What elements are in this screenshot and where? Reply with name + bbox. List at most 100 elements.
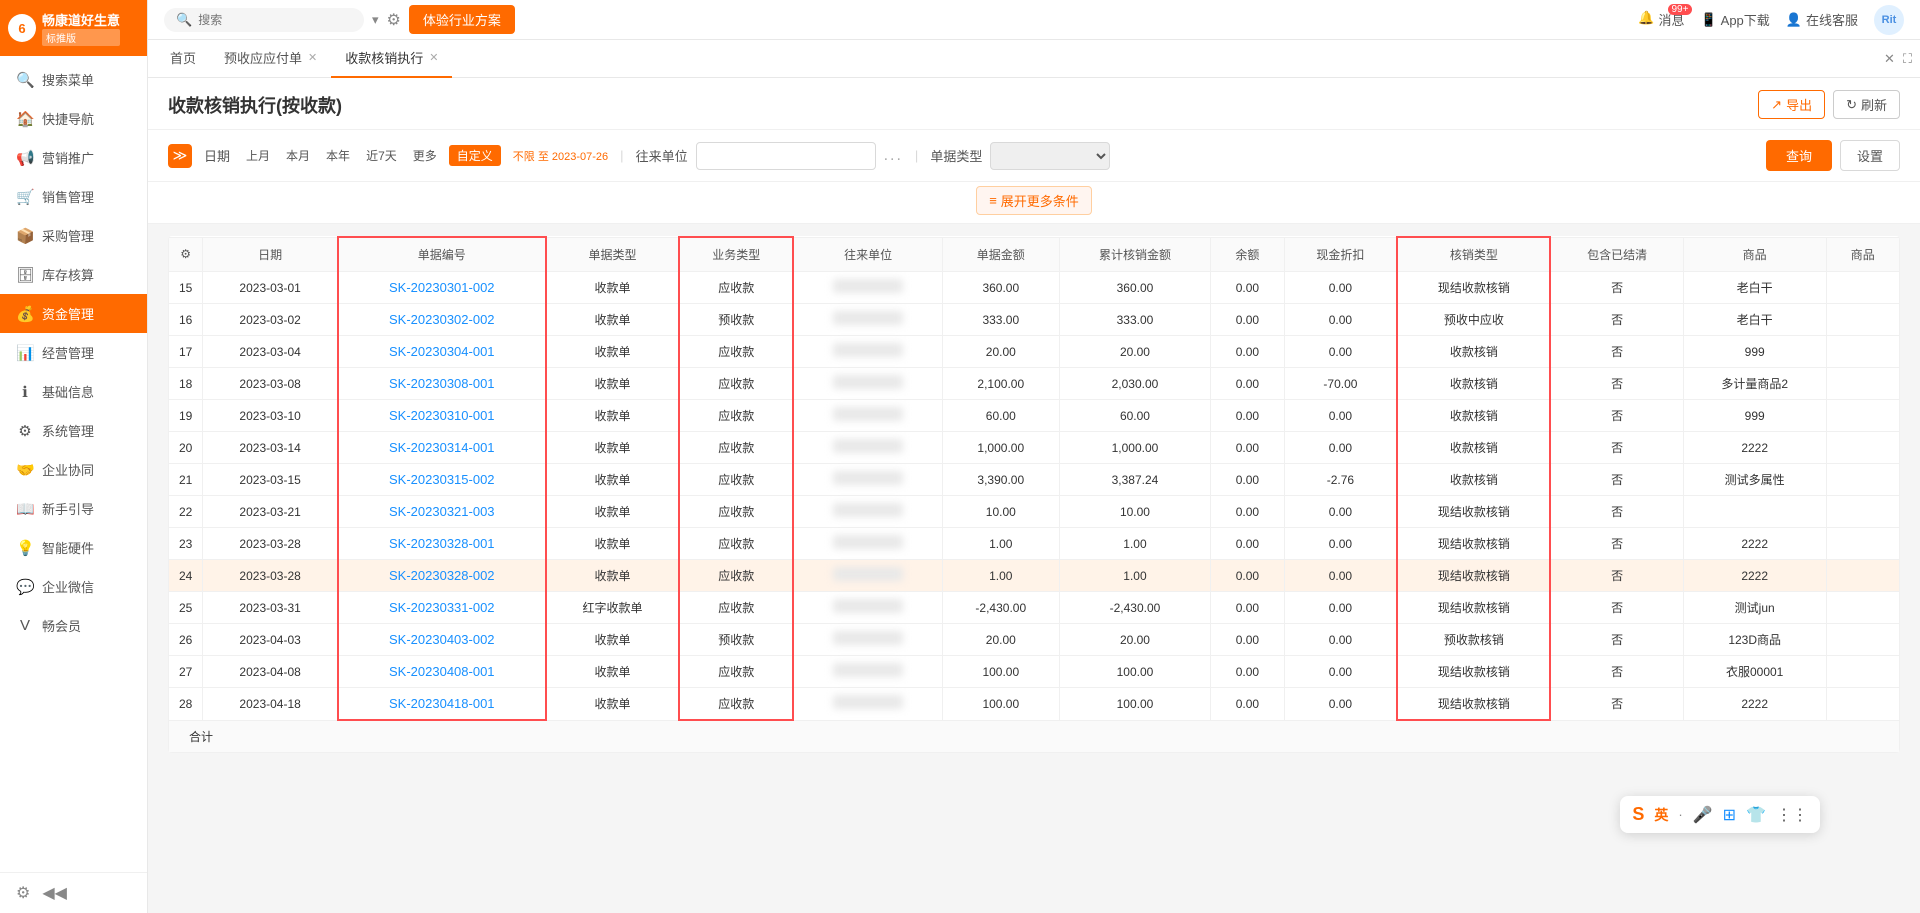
expand-tab-icon[interactable]: ⛶: [1903, 51, 1912, 67]
td-cum-cancel: 20.00: [1059, 336, 1211, 368]
search-input[interactable]: [198, 13, 338, 27]
last7days-btn[interactable]: 近7天: [362, 145, 401, 166]
app-download-area[interactable]: 📱 App下载: [1700, 10, 1769, 29]
td-biz-type: 预收款: [679, 304, 793, 336]
td-no: 20: [169, 432, 203, 464]
collapse-icon[interactable]: ◀◀: [42, 883, 67, 903]
td-partner: [793, 592, 942, 624]
more-date-btn[interactable]: 更多: [409, 145, 441, 166]
doc-no-link[interactable]: SK-20230321-003: [389, 504, 495, 519]
sidebar-item-search[interactable]: 🔍搜索菜单: [0, 60, 147, 99]
td-include-settled: 否: [1550, 624, 1683, 656]
filter-separator-1: |: [620, 148, 623, 163]
shirt-icon[interactable]: 👕: [1746, 805, 1766, 825]
sidebar-item-quicknav[interactable]: 🏠快捷导航: [0, 99, 147, 138]
custom-date-button[interactable]: 自定义: [449, 145, 501, 166]
td-include-settled: 否: [1550, 272, 1683, 304]
td-balance: 0.00: [1211, 528, 1284, 560]
sidebar-item-system[interactable]: ⚙系统管理: [0, 411, 147, 450]
sidebar-item-guide[interactable]: 📖新手引导: [0, 489, 147, 528]
td-cash-discount: -2.76: [1284, 464, 1397, 496]
last-month-btn[interactable]: 上月: [242, 145, 274, 166]
sidebar-item-purchase[interactable]: 📦采购管理: [0, 216, 147, 255]
td-doc-no: SK-20230403-002: [338, 624, 546, 656]
float-brand-s: S: [1632, 804, 1644, 825]
grid-icon[interactable]: ⊞: [1723, 805, 1736, 825]
sidebar-footer[interactable]: ⚙ ◀◀: [0, 872, 147, 913]
expand-more-button[interactable]: ≡ 展开更多条件: [976, 186, 1092, 215]
settings-button[interactable]: 设置: [1840, 140, 1900, 171]
td-partner: [793, 560, 942, 592]
td-doc-no: SK-20230315-002: [338, 464, 546, 496]
td-cancel-type: 现结收款核销: [1397, 272, 1550, 304]
sidebar-item-operations[interactable]: 📊经营管理: [0, 333, 147, 372]
table-header-row: ⚙ 日期 单据编号 单据类型 业务类型 往来单位 单据金额 累计核销金额 余额 …: [169, 237, 1900, 272]
sidebar-item-finance[interactable]: 💰资金管理: [0, 294, 147, 333]
th-gear[interactable]: ⚙: [169, 237, 203, 272]
doc-no-link[interactable]: SK-20230328-002: [389, 568, 495, 583]
online-service-area[interactable]: 👤 在线客服: [1786, 10, 1858, 29]
apps-icon[interactable]: ⋮⋮: [1776, 805, 1808, 825]
query-button[interactable]: 查询: [1766, 140, 1832, 171]
partner-value: [833, 407, 903, 421]
close-tab-icon[interactable]: ✕: [1884, 51, 1895, 67]
settings-icon[interactable]: ⚙: [16, 883, 30, 903]
sidebar-item-member[interactable]: V畅会员: [0, 606, 147, 645]
top-search-bar[interactable]: 🔍: [164, 8, 364, 32]
sidebar-item-enterprise[interactable]: 🤝企业协同: [0, 450, 147, 489]
table-row: 28 2023-04-18 SK-20230418-001 收款单 应收款 10…: [169, 688, 1900, 721]
this-year-btn[interactable]: 本年: [322, 145, 354, 166]
doc-no-link[interactable]: SK-20230328-001: [389, 536, 495, 551]
doc-no-link[interactable]: SK-20230418-001: [389, 696, 495, 711]
sidebar-item-hardware[interactable]: 💡智能硬件: [0, 528, 147, 567]
sidebar-item-inventory[interactable]: 🗄库存核算: [0, 255, 147, 294]
doc-no-link[interactable]: SK-20230408-001: [389, 664, 495, 679]
dropdown-arrow-icon[interactable]: ▾: [372, 12, 379, 28]
td-cancel-type: 收款核销: [1397, 400, 1550, 432]
td-cash-discount: 0.00: [1284, 304, 1397, 336]
tab-home[interactable]: 首页: [156, 40, 210, 78]
this-month-btn[interactable]: 本月: [282, 145, 314, 166]
avatar[interactable]: Rit: [1874, 5, 1904, 35]
td-goods2: [1826, 336, 1899, 368]
td-balance: 0.00: [1211, 560, 1284, 592]
refresh-button[interactable]: ↻ 刷新: [1833, 90, 1900, 119]
sidebar-item-sales[interactable]: 🛒销售管理: [0, 177, 147, 216]
receipt-type-select[interactable]: [990, 142, 1110, 170]
sidebar-item-basics[interactable]: ℹ基础信息: [0, 372, 147, 411]
mic-icon[interactable]: 🎤: [1693, 805, 1713, 825]
solution-button[interactable]: 体验行业方案: [409, 5, 515, 34]
td-balance: 0.00: [1211, 336, 1284, 368]
td-no: 21: [169, 464, 203, 496]
doc-no-link[interactable]: SK-20230331-002: [389, 600, 495, 615]
doc-no-link[interactable]: SK-20230302-002: [389, 312, 495, 327]
doc-no-link[interactable]: SK-20230304-001: [389, 344, 495, 359]
tabs-bar: 首页 预收应应付单 ✕ 收款核销执行 ✕ ✕ ⛶: [148, 40, 1920, 78]
tab-receivable-close[interactable]: ✕: [308, 51, 317, 64]
tab-receivable[interactable]: 预收应应付单 ✕: [210, 40, 331, 78]
doc-no-link[interactable]: SK-20230314-001: [389, 440, 495, 455]
doc-no-link[interactable]: SK-20230403-002: [389, 632, 495, 647]
filter-toggle-button[interactable]: ≫: [168, 144, 192, 168]
td-goods1: 999: [1683, 336, 1826, 368]
notification-area[interactable]: 🔔 99+ 消息: [1638, 10, 1684, 29]
sidebar-item-marketing[interactable]: 📢营销推广: [0, 138, 147, 177]
td-cum-cancel: 2,030.00: [1059, 368, 1211, 400]
table-row: 27 2023-04-08 SK-20230408-001 收款单 应收款 10…: [169, 656, 1900, 688]
td-goods1: 123D商品: [1683, 624, 1826, 656]
doc-no-link[interactable]: SK-20230310-001: [389, 408, 495, 423]
doc-no-link[interactable]: SK-20230301-002: [389, 280, 495, 295]
more-options-dots[interactable]: ...: [884, 147, 903, 165]
export-button[interactable]: ↗ 导出: [1758, 90, 1825, 119]
doc-no-link[interactable]: SK-20230308-001: [389, 376, 495, 391]
gear-icon[interactable]: ⚙: [387, 10, 401, 30]
sidebar-item-label-enterprise: 企业协同: [42, 460, 94, 479]
tab-cancel-close[interactable]: ✕: [429, 51, 438, 64]
partner-input[interactable]: [696, 142, 876, 170]
sidebar-item-weixin[interactable]: 💬企业微信: [0, 567, 147, 606]
th-doc-type: 单据类型: [546, 237, 680, 272]
doc-no-link[interactable]: SK-20230315-002: [389, 472, 495, 487]
tab-cancel[interactable]: 收款核销执行 ✕: [331, 40, 452, 78]
td-goods1: 2222: [1683, 432, 1826, 464]
table-row: 16 2023-03-02 SK-20230302-002 收款单 预收款 33…: [169, 304, 1900, 336]
